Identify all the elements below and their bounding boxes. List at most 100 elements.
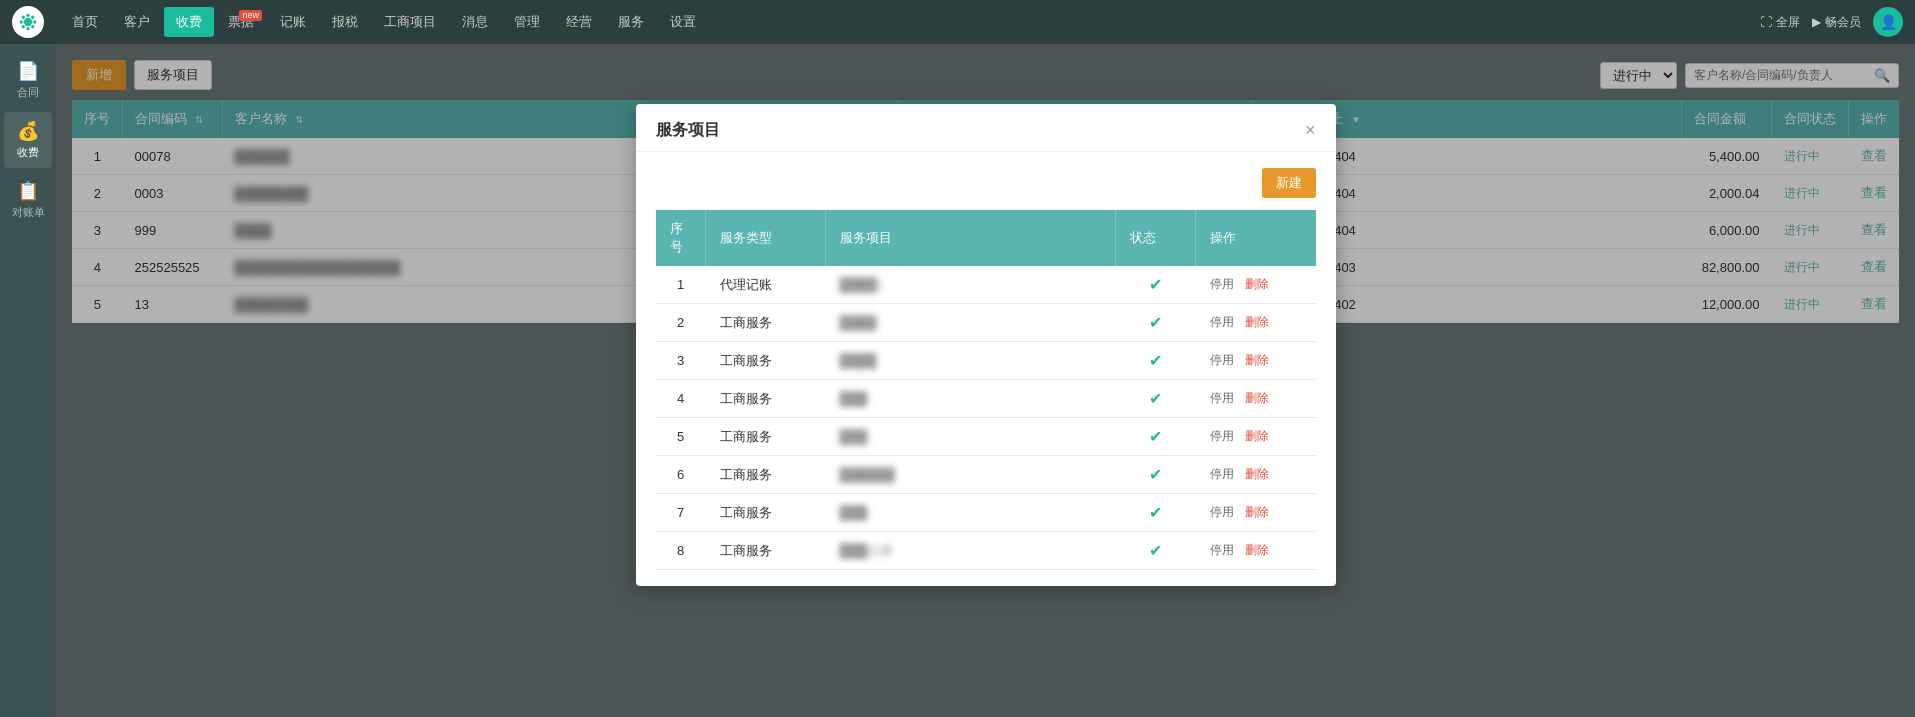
modal-cell-item: ███ xyxy=(826,418,1116,456)
modal-cell-status: ✔ xyxy=(1116,266,1196,304)
modal-cell-seq: 1 xyxy=(656,266,706,304)
member-button[interactable]: ▶ 畅会员 xyxy=(1812,14,1861,31)
svg-point-1 xyxy=(26,14,29,17)
modal-cell-status: ✔ xyxy=(1116,494,1196,532)
delete-button[interactable]: 删除 xyxy=(1245,353,1269,367)
status-ok-icon: ✔ xyxy=(1149,542,1162,559)
nav-tax[interactable]: 报税 xyxy=(320,7,370,37)
status-ok-icon: ✔ xyxy=(1149,466,1162,483)
modal-new-button[interactable]: 新建 xyxy=(1262,168,1316,198)
stop-button[interactable]: 停用 xyxy=(1210,315,1234,329)
modal-cell-actions: 停用 删除 xyxy=(1196,304,1316,342)
app-logo[interactable] xyxy=(12,6,44,38)
avatar[interactable]: 👤 xyxy=(1873,7,1903,37)
modal-table-row: 7 工商服务 ███ ✔ 停用 删除 xyxy=(656,494,1316,532)
nav-operation[interactable]: 经营 xyxy=(554,7,604,37)
delete-button[interactable]: 删除 xyxy=(1245,467,1269,481)
modal-body: 新建 序号 服务类型 服务项目 状态 操作 xyxy=(636,152,1336,586)
modal-header-row: 序号 服务类型 服务项目 状态 操作 xyxy=(656,210,1316,266)
svg-point-2 xyxy=(26,27,29,30)
modal-col-item: 服务项目 xyxy=(826,210,1116,266)
stop-button[interactable]: 停用 xyxy=(1210,391,1234,405)
modal-cell-seq: 4 xyxy=(656,380,706,418)
stop-button[interactable]: 停用 xyxy=(1210,467,1234,481)
content-area: 新增 服务项目 进行中 已完成 已终止 🔍 序号 合同 xyxy=(56,44,1915,717)
status-ok-icon: ✔ xyxy=(1149,504,1162,521)
modal-cell-seq: 7 xyxy=(656,494,706,532)
modal-cell-status: ✔ xyxy=(1116,418,1196,456)
modal-cell-status: ✔ xyxy=(1116,456,1196,494)
fullscreen-button[interactable]: ⛶ 全屏 xyxy=(1760,14,1800,31)
status-ok-icon: ✔ xyxy=(1149,390,1162,407)
nav-home[interactable]: 首页 xyxy=(60,7,110,37)
modal-title: 服务项目 xyxy=(656,120,720,141)
modal-cell-type: 工商服务 xyxy=(706,418,826,456)
sidebar-item-fee[interactable]: 💰 收费 xyxy=(4,112,52,168)
modal-cell-actions: 停用 删除 xyxy=(1196,380,1316,418)
modal-cell-actions: 停用 删除 xyxy=(1196,342,1316,380)
sidebar-item-statement[interactable]: 📋 对账单 xyxy=(4,172,52,228)
modal-cell-actions: 停用 删除 xyxy=(1196,418,1316,456)
modal-cell-status: ✔ xyxy=(1116,342,1196,380)
delete-button[interactable]: 删除 xyxy=(1245,391,1269,405)
status-ok-icon: ✔ xyxy=(1149,428,1162,445)
nav-settings[interactable]: 设置 xyxy=(658,7,708,37)
modal-col-status: 状态 xyxy=(1116,210,1196,266)
delete-button[interactable]: 删除 xyxy=(1245,505,1269,519)
status-ok-icon: ✔ xyxy=(1149,314,1162,331)
modal-cell-seq: 8 xyxy=(656,532,706,570)
nav-business[interactable]: 工商项目 xyxy=(372,7,448,37)
modal-cell-seq: 6 xyxy=(656,456,706,494)
svg-point-8 xyxy=(22,25,25,28)
status-ok-icon: ✔ xyxy=(1149,352,1162,369)
delete-button[interactable]: 删除 xyxy=(1245,429,1269,443)
modal-table-row: 1 代理记账 ████1 ✔ 停用 删除 xyxy=(656,266,1316,304)
modal-cell-type: 工商服务 xyxy=(706,532,826,570)
stop-button[interactable]: 停用 xyxy=(1210,505,1234,519)
modal-cell-type: 代理记账 xyxy=(706,266,826,304)
modal-col-seq: 序号 xyxy=(656,210,706,266)
modal-table: 序号 服务类型 服务项目 状态 操作 1 代理记账 ████1 ✔ 停用 xyxy=(656,210,1316,570)
modal-cell-item: ███ xyxy=(826,494,1116,532)
modal-cell-type: 工商服务 xyxy=(706,456,826,494)
modal-cell-type: 工商服务 xyxy=(706,304,826,342)
modal-col-action: 操作 xyxy=(1196,210,1316,266)
svg-point-6 xyxy=(31,25,34,28)
modal-cell-status: ✔ xyxy=(1116,532,1196,570)
modal-cell-item: ███注册 xyxy=(826,532,1116,570)
modal-close-button[interactable]: × xyxy=(1305,120,1316,141)
nav-client[interactable]: 客户 xyxy=(112,7,162,37)
svg-point-3 xyxy=(20,20,23,23)
modal-cell-seq: 5 xyxy=(656,418,706,456)
stop-button[interactable]: 停用 xyxy=(1210,543,1234,557)
nav-bookkeeping[interactable]: 记账 xyxy=(268,7,318,37)
nav-invoice[interactable]: 票据 new xyxy=(216,7,266,37)
nav-service[interactable]: 服务 xyxy=(606,7,656,37)
stop-button[interactable]: 停用 xyxy=(1210,429,1234,443)
fee-icon: 💰 xyxy=(17,120,39,142)
delete-button[interactable]: 删除 xyxy=(1245,277,1269,291)
modal-cell-actions: 停用 删除 xyxy=(1196,456,1316,494)
delete-button[interactable]: 删除 xyxy=(1245,543,1269,557)
nav-fee[interactable]: 收费 xyxy=(164,7,214,37)
statement-icon: 📋 xyxy=(17,180,39,202)
member-icon: ▶ xyxy=(1812,15,1821,29)
modal-col-type: 服务类型 xyxy=(706,210,826,266)
delete-button[interactable]: 删除 xyxy=(1245,315,1269,329)
modal-toolbar: 新建 xyxy=(656,168,1316,198)
stop-button[interactable]: 停用 xyxy=(1210,277,1234,291)
modal-cell-status: ✔ xyxy=(1116,380,1196,418)
new-badge: new xyxy=(239,10,262,21)
modal-table-row: 8 工商服务 ███注册 ✔ 停用 删除 xyxy=(656,532,1316,570)
modal-cell-item: ██████ xyxy=(826,456,1116,494)
nav-message[interactable]: 消息 xyxy=(450,7,500,37)
sidebar-item-contract[interactable]: 📄 合同 xyxy=(4,52,52,108)
fullscreen-icon: ⛶ xyxy=(1760,15,1772,29)
modal-header: 服务项目 × xyxy=(636,104,1336,152)
svg-point-7 xyxy=(31,16,34,19)
stop-button[interactable]: 停用 xyxy=(1210,353,1234,367)
modal-overlay: 服务项目 × 新建 序号 服务类型 服务项目 状态 xyxy=(56,44,1915,717)
nav-manage[interactable]: 管理 xyxy=(502,7,552,37)
contract-icon: 📄 xyxy=(17,60,39,82)
modal-cell-seq: 2 xyxy=(656,304,706,342)
